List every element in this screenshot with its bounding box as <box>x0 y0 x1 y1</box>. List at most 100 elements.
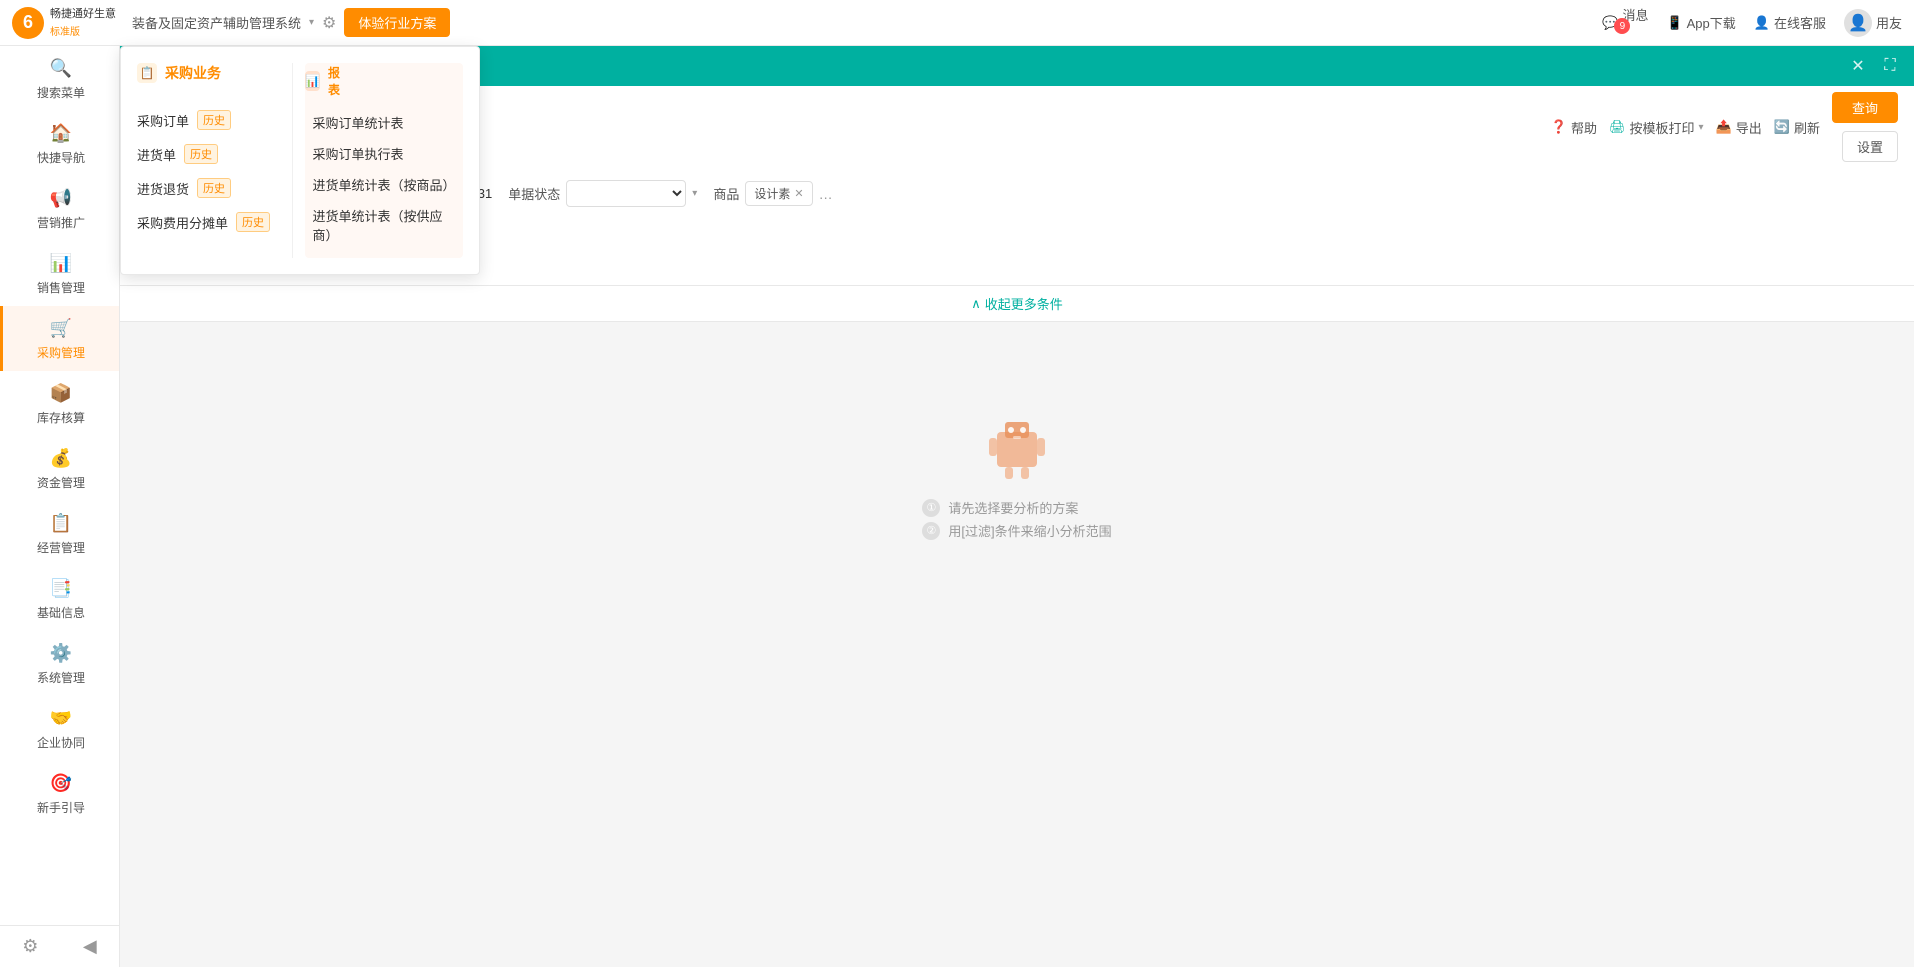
purchase-col-icon: 📋 <box>137 63 157 83</box>
purchase-receive-item[interactable]: 进货单 历史 <box>137 137 280 171</box>
purchase-expense-item[interactable]: 采购费用分摊单 历史 <box>137 205 280 239</box>
goods-label: 商品 <box>713 184 739 203</box>
user-item[interactable]: 👤 用友 <box>1844 9 1902 37</box>
purchase-return-item[interactable]: 进货退货 历史 <box>137 171 280 205</box>
industry-btn[interactable]: 体验行业方案 <box>344 8 450 37</box>
sidebar-item-guide[interactable]: 🎯 新手引导 <box>0 761 119 826</box>
sidebar-label-finance: 资金管理 <box>37 474 85 491</box>
home-icon: 🏠 <box>50 123 72 144</box>
edition-label: 标准版 <box>50 23 116 38</box>
export-icon: 📤 <box>1716 119 1732 135</box>
sidebar-item-inventory[interactable]: 📦 库存核算 <box>0 371 119 436</box>
online-service-item[interactable]: 👤 在线客服 <box>1754 13 1826 32</box>
purchase-return-label: 进货退货 <box>137 179 189 198</box>
step-num-2: ② <box>922 522 940 540</box>
report-order-exec-item[interactable]: 采购订单执行表 <box>313 138 456 169</box>
purchase-business-col: 📋 采购业务 采购订单 历史 进货单 历史 进货退货 历史 采购费用分摊单 历史 <box>137 63 280 258</box>
sidebar-label-nav: 快捷导航 <box>37 149 85 166</box>
purchase-col-title-text: 采购业务 <box>165 63 221 83</box>
system-icon: ⚙️ <box>50 643 72 664</box>
print-dropdown-icon[interactable]: ▾ <box>1699 122 1704 133</box>
tab-close-btn[interactable]: ✕ <box>1844 52 1872 80</box>
sidebar-item-nav[interactable]: 🏠 快捷导航 <box>0 111 119 176</box>
help-action[interactable]: ❓ 帮助 <box>1551 118 1597 137</box>
refresh-action[interactable]: 🔄 刷新 <box>1774 118 1820 137</box>
sidebar-item-basic[interactable]: 📑 基础信息 <box>0 566 119 631</box>
refresh-label: 刷新 <box>1794 118 1820 137</box>
print-action[interactable]: 🖨 按模板打印 ▾ <box>1609 118 1704 137</box>
sidebar-item-sales[interactable]: 📊 销售管理 <box>0 241 119 306</box>
sidebar-item-system[interactable]: ⚙️ 系统管理 <box>0 631 119 696</box>
sidebar-label-basic: 基础信息 <box>37 604 85 621</box>
sidebar-item-search[interactable]: 🔍 搜索菜单 <box>0 46 119 111</box>
report-order-stats-item[interactable]: 采购订单统计表 <box>313 107 456 138</box>
sidebar-label-management: 经营管理 <box>37 539 85 556</box>
query-button[interactable]: 查询 <box>1832 92 1898 123</box>
top-bar: 6 畅捷通好生意 标准版 装备及固定资产辅助管理系统 ▾ ⚙ 体验行业方案 💬 … <box>0 0 1914 46</box>
bill-status-dropdown-icon: ▾ <box>692 188 697 199</box>
purchase-return-history-badge: 历史 <box>197 178 231 198</box>
app-download-item[interactable]: 📱 App下载 <box>1666 13 1735 32</box>
sidebar-settings-icon[interactable]: ⚙ <box>22 936 38 957</box>
empty-svg <box>967 402 1067 482</box>
sidebar-label-inventory: 库存核算 <box>37 409 85 426</box>
settings-icon[interactable]: ⚙ <box>322 13 336 33</box>
sidebar-label-sales: 销售管理 <box>37 279 85 296</box>
topbar-right: 💬 消息 9 📱 App下载 👤 在线客服 👤 用友 <box>1602 5 1902 40</box>
sidebar-collapse-icon[interactable]: ◀ <box>83 936 97 957</box>
collab-icon: 🤝 <box>50 708 72 729</box>
goods-ellipsis[interactable]: … <box>819 186 833 202</box>
collapse-row: ∧ 收起更多条件 <box>120 286 1914 322</box>
report-col: 📊 报表 采购订单统计表 采购订单执行表 进货单统计表（按商品） 进货单统计表（… <box>305 63 464 258</box>
report-receive-supplier-label: 进货单统计表（按供应商） <box>313 209 443 243</box>
report-order-stats-label: 采购订单统计表 <box>313 116 404 131</box>
tab-maximize-btn[interactable]: ⛶ <box>1876 52 1904 80</box>
report-col-title: 📊 报表 <box>313 71 456 99</box>
sidebar-label-purchase: 采购管理 <box>37 344 85 361</box>
print-icon: 🖨 <box>1609 119 1626 135</box>
logo-area: 6 畅捷通好生意 标准版 <box>12 7 132 39</box>
col-divider <box>292 63 293 258</box>
report-icon: 📊 <box>305 71 320 91</box>
export-label: 导出 <box>1736 118 1762 137</box>
report-order-exec-label: 采购订单执行表 <box>313 147 404 162</box>
dropdown-arrow-icon[interactable]: ▾ <box>309 17 314 28</box>
inventory-icon: 📦 <box>50 383 72 404</box>
message-item[interactable]: 💬 消息 9 <box>1602 5 1648 40</box>
purchase-order-history-badge: 历史 <box>197 110 231 130</box>
purchase-expense-label: 采购费用分摊单 <box>137 213 228 232</box>
tab-bar-actions: ✕ ⛶ <box>1844 52 1914 80</box>
empty-step-2: ② 用[过滤]条件来缩小分析范围 <box>922 521 1111 540</box>
avatar: 👤 <box>1844 9 1872 37</box>
goods-tag-close-icon[interactable]: ✕ <box>794 187 803 200</box>
empty-step-2-text: 用[过滤]条件来缩小分析范围 <box>948 521 1111 540</box>
help-icon: ❓ <box>1551 119 1567 135</box>
message-badge: 9 <box>1614 18 1630 34</box>
report-receive-goods-item[interactable]: 进货单统计表（按商品） <box>313 169 456 200</box>
system-title-text: 装备及固定资产辅助管理系统 <box>132 13 301 32</box>
sidebar-item-purchase[interactable]: 🛒 采购管理 <box>0 306 119 371</box>
sidebar-item-marketing[interactable]: 📢 营销推广 <box>0 176 119 241</box>
purchase-order-item[interactable]: 采购订单 历史 <box>137 103 280 137</box>
system-title-area: 装备及固定资产辅助管理系统 ▾ ⚙ 体验行业方案 <box>132 8 1582 37</box>
sidebar-item-management[interactable]: 📋 经营管理 <box>0 501 119 566</box>
sidebar-item-finance[interactable]: 💰 资金管理 <box>0 436 119 501</box>
collapse-button[interactable]: ∧ 收起更多条件 <box>971 294 1063 313</box>
bill-status-select[interactable] <box>566 180 686 207</box>
report-title-text: 报表 <box>328 64 340 98</box>
settings-button[interactable]: 设置 <box>1842 131 1898 162</box>
sidebar-label-guide: 新手引导 <box>37 799 85 816</box>
empty-steps: ① 请先选择要分析的方案 ② 用[过滤]条件来缩小分析范围 <box>922 494 1111 544</box>
report-receive-supplier-item[interactable]: 进货单统计表（按供应商） <box>313 200 456 250</box>
purchase-business-title: 📋 采购业务 <box>137 63 280 91</box>
goods-tag: 设计素 ✕ <box>745 181 812 206</box>
sidebar-item-collab[interactable]: 🤝 企业协同 <box>0 696 119 761</box>
export-action[interactable]: 📤 导出 <box>1716 118 1762 137</box>
sidebar-bottom: ⚙ ◀ <box>0 925 119 967</box>
brand-name: 畅捷通好生意 <box>50 7 116 22</box>
report-receive-goods-label: 进货单统计表（按商品） <box>313 178 456 193</box>
mobile-icon: 📱 <box>1666 15 1682 31</box>
guide-icon: 🎯 <box>50 773 72 794</box>
bill-status-label: 单据状态 <box>508 184 560 203</box>
print-label: 按模板打印 <box>1630 118 1695 137</box>
